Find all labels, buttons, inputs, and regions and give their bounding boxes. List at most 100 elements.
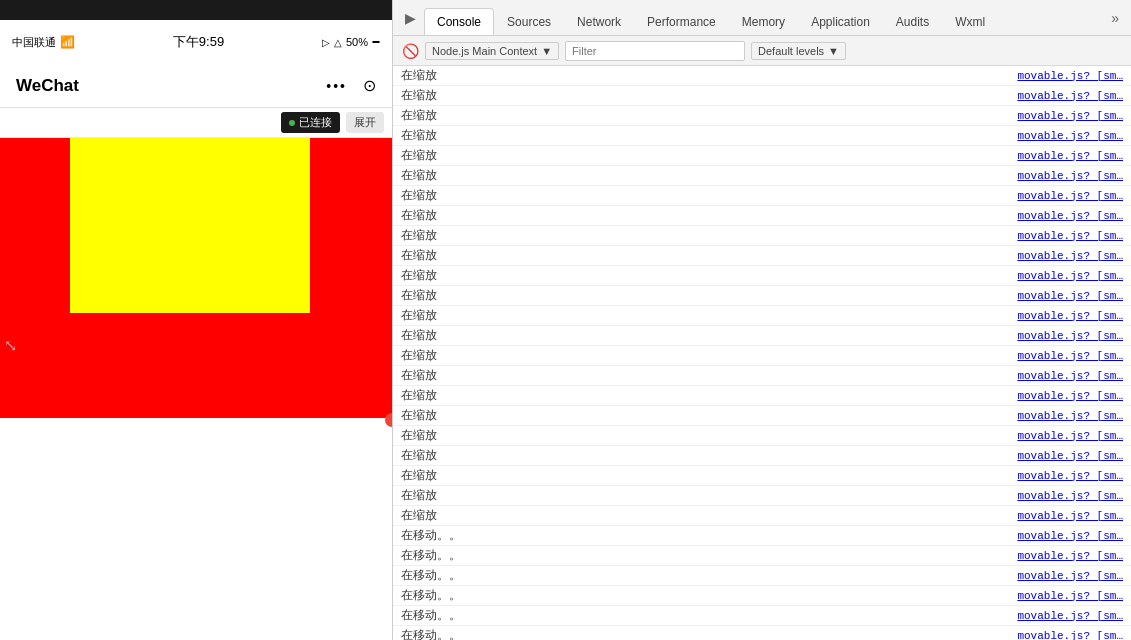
tab-performance[interactable]: Performance xyxy=(634,8,729,35)
console-row: 在缩放movable.js? [sm… xyxy=(393,366,1131,386)
filter-input[interactable] xyxy=(565,41,745,61)
console-text: 在缩放 xyxy=(401,487,437,504)
console-source-link[interactable]: movable.js? [sm… xyxy=(1017,110,1123,122)
console-text: 在缩放 xyxy=(401,147,437,164)
phone-topbar xyxy=(0,0,392,20)
tab-sources[interactable]: Sources xyxy=(494,8,564,35)
console-text: 在缩放 xyxy=(401,307,437,324)
console-source-link[interactable]: movable.js? [sm… xyxy=(1017,350,1123,362)
level-chevron-icon: ▼ xyxy=(828,45,839,57)
console-text: 在移动。。 xyxy=(401,587,461,604)
console-source-link[interactable]: movable.js? [sm… xyxy=(1017,290,1123,302)
console-text: 在移动。。 xyxy=(401,607,461,624)
wechat-titlebar: WeChat ••• ⊙ xyxy=(0,64,392,108)
resize-icon: ⤡ xyxy=(4,336,17,355)
console-text: 在缩放 xyxy=(401,407,437,424)
battery-icon xyxy=(372,41,380,43)
console-row: 在缩放movable.js? [sm… xyxy=(393,86,1131,106)
devtools-panel: ▶ Console Sources Network Performance Me… xyxy=(393,0,1131,640)
console-source-link[interactable]: movable.js? [sm… xyxy=(1017,370,1123,382)
phone-panel: 中国联通 📶 下午9:59 ▷ △ 50% WeChat ••• ⊙ 已连 xyxy=(0,0,393,640)
tab-wxml[interactable]: Wxml xyxy=(942,8,998,35)
console-source-link[interactable]: movable.js? [sm… xyxy=(1017,90,1123,102)
console-source-link[interactable]: movable.js? [sm… xyxy=(1017,450,1123,462)
tab-network[interactable]: Network xyxy=(564,8,634,35)
target-icon[interactable]: ⊙ xyxy=(363,76,376,95)
console-row: 在缩放movable.js? [sm… xyxy=(393,346,1131,366)
console-source-link[interactable]: movable.js? [sm… xyxy=(1017,510,1123,522)
console-source-link[interactable]: movable.js? [sm… xyxy=(1017,430,1123,442)
console-text: 在缩放 xyxy=(401,227,437,244)
white-bottom xyxy=(0,418,392,640)
console-row: 在移动。。 movable.js? [sm… xyxy=(393,606,1131,626)
phone-frame: 中国联通 📶 下午9:59 ▷ △ 50% WeChat ••• ⊙ 已连 xyxy=(0,20,392,640)
console-row: 在缩放 movable.js? [sm… xyxy=(393,306,1131,326)
status-right: ▷ △ 50% xyxy=(322,36,380,48)
console-text: 在缩放 xyxy=(401,467,437,484)
console-row: 在缩放 movable.js? [sm… xyxy=(393,226,1131,246)
connection-bar: 已连接 展开 xyxy=(0,108,392,138)
console-text: 在缩放 xyxy=(401,447,437,464)
console-row: 在移动。。 movable.js? [sm… xyxy=(393,566,1131,586)
status-left: 中国联通 📶 xyxy=(12,35,75,50)
console-source-link[interactable]: movable.js? [sm… xyxy=(1017,570,1123,582)
wechat-icons: ••• ⊙ xyxy=(326,76,376,95)
console-source-link[interactable]: movable.js? [sm… xyxy=(1017,490,1123,502)
console-row: 在缩放movable.js? [sm… xyxy=(393,66,1131,86)
console-source-link[interactable]: movable.js? [sm… xyxy=(1017,610,1123,622)
tab-console[interactable]: Console xyxy=(424,8,494,35)
clear-console-button[interactable]: 🚫 xyxy=(401,42,419,60)
console-source-link[interactable]: movable.js? [sm… xyxy=(1017,270,1123,282)
console-row: 在缩放movable.js? [sm… xyxy=(393,166,1131,186)
console-row: 在缩放 movable.js? [sm… xyxy=(393,386,1131,406)
more-icon[interactable]: ••• xyxy=(326,78,347,94)
wechat-title: WeChat xyxy=(16,76,79,96)
console-row: 在缩放 movable.js? [sm… xyxy=(393,426,1131,446)
console-text: 在缩放 xyxy=(401,387,437,404)
console-source-link[interactable]: movable.js? [sm… xyxy=(1017,310,1123,322)
console-text: 在移动。。 xyxy=(401,567,461,584)
console-text: 在移动。。 xyxy=(401,627,461,640)
devtools-toolbar: 🚫 Node.js Main Context ▼ Default levels … xyxy=(393,36,1131,66)
console-row: 在缩放 movable.js? [sm… xyxy=(393,486,1131,506)
console-source-link[interactable]: movable.js? [sm… xyxy=(1017,470,1123,482)
console-text: 在缩放 xyxy=(401,127,437,144)
console-source-link[interactable]: movable.js? [sm… xyxy=(1017,630,1123,641)
expand-button[interactable]: 展开 xyxy=(346,112,384,133)
console-source-link[interactable]: movable.js? [sm… xyxy=(1017,190,1123,202)
console-source-link[interactable]: movable.js? [sm… xyxy=(1017,70,1123,82)
console-text: 在缩放 xyxy=(401,427,437,444)
console-source-link[interactable]: movable.js? [sm… xyxy=(1017,330,1123,342)
devtools-tabs: ▶ Console Sources Network Performance Me… xyxy=(393,0,1131,36)
red-dot xyxy=(385,413,392,427)
console-row: 在缩放movable.js? [sm… xyxy=(393,266,1131,286)
console-source-link[interactable]: movable.js? [sm… xyxy=(1017,150,1123,162)
console-row: 在移动。。 movable.js? [sm… xyxy=(393,626,1131,640)
tab-memory[interactable]: Memory xyxy=(729,8,798,35)
console-source-link[interactable]: movable.js? [sm… xyxy=(1017,530,1123,542)
level-selector[interactable]: Default levels ▼ xyxy=(751,42,846,60)
tab-audits[interactable]: Audits xyxy=(883,8,942,35)
console-row: 在移动。。movable.js? [sm… xyxy=(393,526,1131,546)
tab-application[interactable]: Application xyxy=(798,8,883,35)
console-text: 在缩放 xyxy=(401,507,437,524)
console-row: 在移动。。 movable.js? [sm… xyxy=(393,586,1131,606)
console-source-link[interactable]: movable.js? [sm… xyxy=(1017,390,1123,402)
signal-icon: △ xyxy=(334,37,342,48)
console-row: 在缩放 movable.js? [sm… xyxy=(393,406,1131,426)
console-source-link[interactable]: movable.js? [sm… xyxy=(1017,230,1123,242)
console-source-link[interactable]: movable.js? [sm… xyxy=(1017,250,1123,262)
console-text: 在缩放 xyxy=(401,247,437,264)
cursor-icon: ▶ xyxy=(397,10,424,26)
more-tabs-button[interactable]: » xyxy=(1103,4,1127,32)
connection-status: 已连接 xyxy=(281,112,340,133)
console-source-link[interactable]: movable.js? [sm… xyxy=(1017,210,1123,222)
console-row: 在缩放movable.js? [sm… xyxy=(393,106,1131,126)
console-source-link[interactable]: movable.js? [sm… xyxy=(1017,130,1123,142)
console-source-link[interactable]: movable.js? [sm… xyxy=(1017,590,1123,602)
console-source-link[interactable]: movable.js? [sm… xyxy=(1017,170,1123,182)
console-source-link[interactable]: movable.js? [sm… xyxy=(1017,410,1123,422)
context-selector[interactable]: Node.js Main Context ▼ xyxy=(425,42,559,60)
console-text: 在缩放 xyxy=(401,287,437,304)
console-source-link[interactable]: movable.js? [sm… xyxy=(1017,550,1123,562)
